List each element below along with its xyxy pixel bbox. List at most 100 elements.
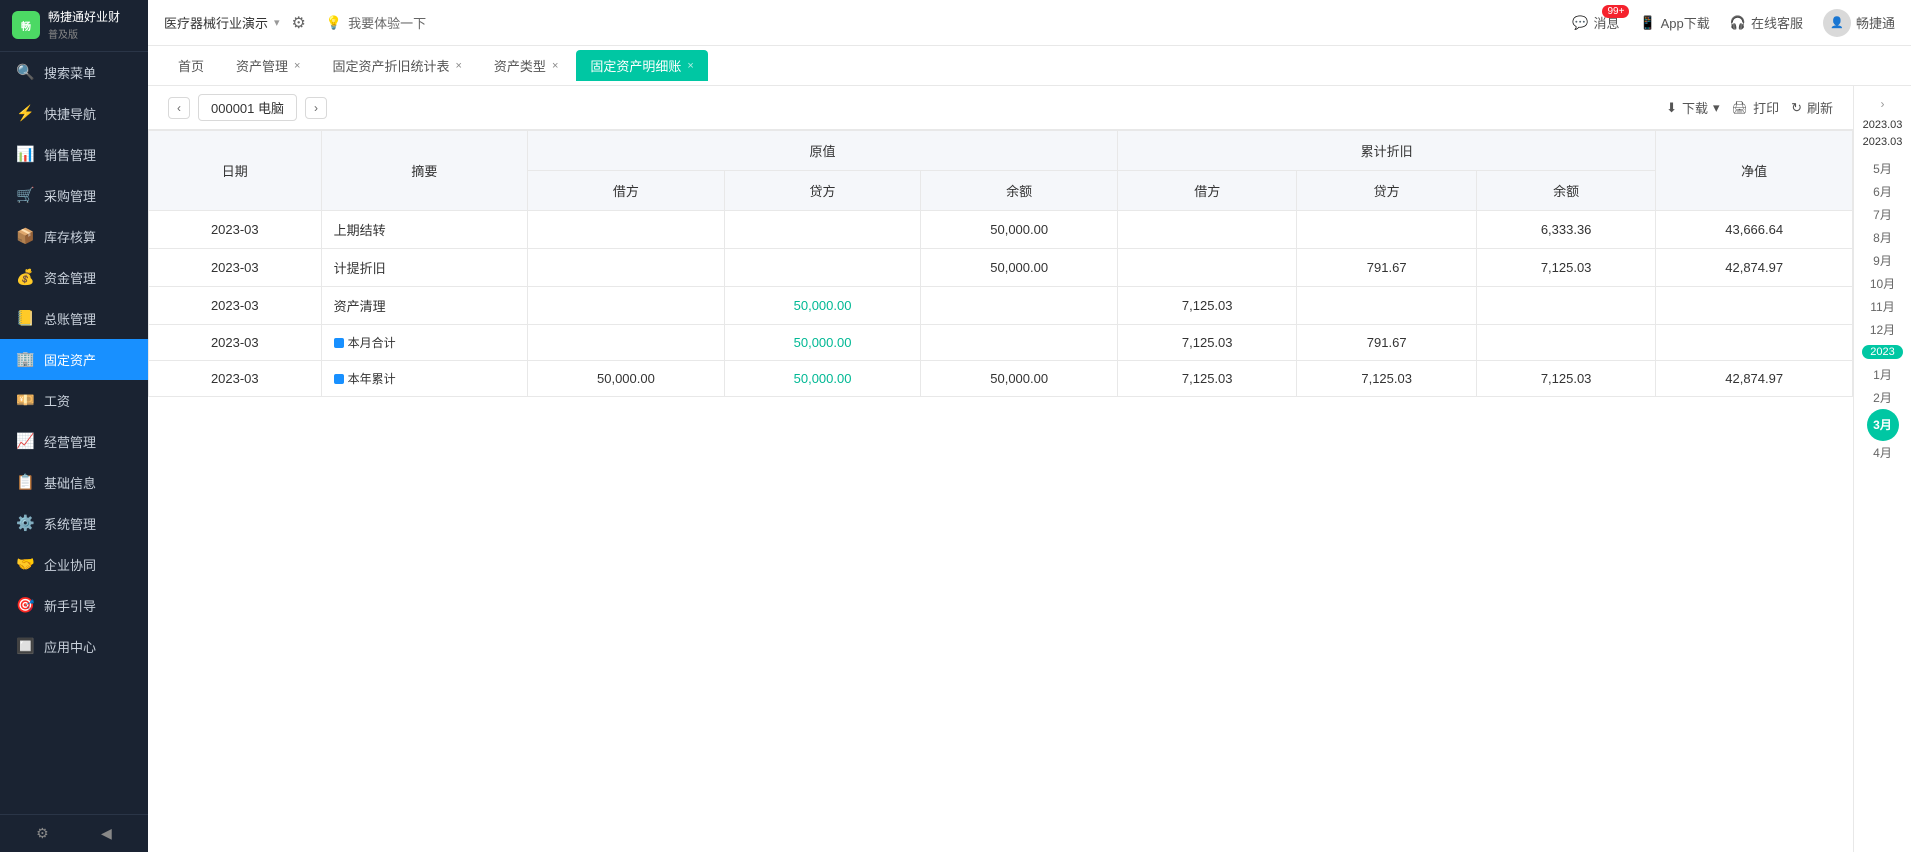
cell-acc-debit [1117, 249, 1296, 287]
sidebar-item-basic[interactable]: 📋 基础信息 [0, 462, 148, 503]
sidebar-item-system[interactable]: ⚙️系统管理 [0, 503, 148, 544]
sidebar-icon-apps: 🔲 [16, 637, 34, 655]
experience-icon: 💡 [326, 15, 342, 31]
timeline-month[interactable]: 2月 [1867, 386, 1899, 409]
cell-balance: 50,000.00 [921, 361, 1118, 397]
user-area[interactable]: 👤 畅捷通 [1823, 9, 1895, 37]
timeline-month[interactable]: 8月 [1870, 226, 1895, 249]
timeline-month[interactable]: 6月 [1870, 180, 1895, 203]
table-row: 2023-03 计提折旧 50,000.00 791.67 7,125.03 4… [149, 249, 1853, 287]
asset-nav: ‹ 000001 电脑 › [168, 94, 327, 121]
sidebar-icon-search: 🔍 [16, 63, 34, 81]
cell-credit: 50,000.00 [724, 287, 921, 325]
sidebar-icon-basic: 📋 [16, 473, 34, 491]
cell-acc-debit: 7,125.03 [1117, 325, 1296, 361]
sidebar-item-apps[interactable]: 🔲应用中心 [0, 626, 148, 667]
sidebar-icon-salary: 💴 [16, 391, 34, 409]
cell-credit: 50,000.00 [724, 361, 921, 397]
cell-net-value [1656, 287, 1853, 325]
tab-asset-type-close[interactable]: × [552, 60, 558, 72]
sidebar-item-collab[interactable]: 🤝企业协同 [0, 544, 148, 585]
topbar: 医疗器械行业演示 ▾ ⚙ 💡 我要体验一下 💬 消息 99+ 📱 App下载 🎧… [148, 0, 1911, 46]
timeline-month[interactable]: 1月 [1867, 363, 1899, 386]
company-name: 医疗器械行业演示 [164, 13, 268, 32]
tab-asset-mgmt-close[interactable]: × [294, 60, 300, 72]
sidebar-icon-sales: 📊 [16, 145, 34, 163]
collapse-icon[interactable]: ◀ [101, 825, 112, 842]
sidebar-item-finance[interactable]: 💰资金管理 [0, 257, 148, 298]
app-title: 畅捷通好业财 [48, 10, 120, 26]
timeline-month[interactable]: 9月 [1870, 249, 1895, 272]
tab-fixed-detail-close[interactable]: × [687, 60, 693, 72]
timeline-month[interactable]: 10月 [1870, 272, 1895, 295]
timeline-month[interactable]: 5月 [1870, 157, 1895, 180]
prev-asset-button[interactable]: ‹ [168, 97, 190, 119]
sidebar-item-sales[interactable]: 📊销售管理 [0, 134, 148, 175]
tab-asset-type-label: 资产类型 [494, 56, 546, 75]
refresh-action[interactable]: ↻ 刷新 [1791, 98, 1833, 117]
content-area: ‹ 000001 电脑 › ⬇ 下载 ▾ 🖨 打印 ↻ [148, 86, 1911, 852]
sidebar-item-fixed[interactable]: 🏢固定资产 [0, 339, 148, 380]
tab-fixed-detail[interactable]: 固定资产明细账 × [576, 50, 707, 81]
settings-icon[interactable]: ⚙ [36, 825, 49, 842]
cell-summary: 上期结转 [321, 211, 528, 249]
cell-acc-balance [1476, 287, 1655, 325]
service-label: 在线客服 [1751, 13, 1803, 32]
timeline-top-date2: 2023.03 [1863, 135, 1903, 150]
cell-debit: 50,000.00 [528, 361, 725, 397]
cell-acc-debit [1117, 211, 1296, 249]
th-balance: 余额 [921, 171, 1118, 211]
timeline-month[interactable]: 7月 [1870, 203, 1895, 226]
timeline-expand-btn[interactable]: › [1873, 94, 1893, 114]
sidebar-item-purchase[interactable]: 🛒采购管理 [0, 175, 148, 216]
timeline-year-badge[interactable]: 2023 [1862, 345, 1902, 359]
th-accumulated-depreciation: 累计折旧 [1117, 131, 1655, 171]
service-button[interactable]: 🎧 在线客服 [1730, 13, 1803, 32]
asset-id: 000001 电脑 [198, 94, 297, 121]
dot-icon [334, 338, 344, 348]
user-name: 畅捷通 [1856, 13, 1895, 32]
settings-button[interactable]: ⚙ [292, 13, 306, 33]
timeline-panel: › 2023.03 2023.03 5月6月7月8月9月10月11月12月 20… [1853, 86, 1911, 852]
tab-home[interactable]: 首页 [164, 50, 218, 81]
tab-asset-mgmt[interactable]: 资产管理 × [222, 50, 314, 81]
table-row: 2023-03 本月合计 50,000.00 7,125.03 791.67 [149, 325, 1853, 361]
sidebar-item-search[interactable]: 🔍搜索菜单 [0, 52, 148, 93]
sidebar-label-purchase: 采购管理 [44, 186, 96, 205]
sidebar-label-ledger: 总账管理 [44, 309, 96, 328]
cell-acc-credit [1297, 211, 1476, 249]
th-acc-balance: 余额 [1476, 171, 1655, 211]
cell-credit [724, 249, 921, 287]
sidebar-item-ops[interactable]: 📈经营管理 [0, 421, 148, 462]
tab-fixed-depreciation[interactable]: 固定资产折旧统计表 × [318, 50, 475, 81]
sidebar-label-basic: 基础信息 [44, 473, 96, 492]
timeline-month[interactable]: 12月 [1870, 318, 1895, 341]
sidebar-item-nav[interactable]: ⚡快捷导航 [0, 93, 148, 134]
cell-acc-balance: 6,333.36 [1476, 211, 1655, 249]
cell-acc-balance: 7,125.03 [1476, 361, 1655, 397]
sub-header-actions: ⬇ 下载 ▾ 🖨 打印 ↻ 刷新 [1666, 98, 1833, 117]
sidebar-item-ledger[interactable]: 📒总账管理 [0, 298, 148, 339]
timeline-month[interactable]: 4月 [1867, 441, 1899, 464]
sidebar-icon-fixed: 🏢 [16, 350, 34, 368]
th-acc-credit: 贷方 [1297, 171, 1476, 211]
timeline-top-date1: 2023.03 [1863, 118, 1903, 133]
timeline-active-month[interactable]: 3月 [1867, 409, 1899, 441]
experience-button[interactable]: 💡 我要体验一下 [326, 13, 426, 32]
company-selector[interactable]: 医疗器械行业演示 ▾ [164, 13, 280, 32]
print-action[interactable]: 🖨 打印 [1732, 98, 1780, 117]
download-action[interactable]: ⬇ 下载 ▾ [1666, 98, 1719, 117]
timeline-months-before: 5月6月7月8月9月10月11月12月 [1870, 157, 1895, 341]
download-button[interactable]: 📱 App下载 [1639, 13, 1709, 32]
next-asset-button[interactable]: › [305, 97, 327, 119]
timeline-month[interactable]: 11月 [1870, 295, 1895, 318]
sidebar-item-guide[interactable]: 🎯新手引导 [0, 585, 148, 626]
sidebar-item-inventory[interactable]: 📦库存核算 [0, 216, 148, 257]
timeline-top-controls: › [1873, 94, 1893, 114]
cell-acc-credit: 7,125.03 [1297, 361, 1476, 397]
tab-asset-type[interactable]: 资产类型 × [480, 50, 572, 81]
cell-acc-balance: 7,125.03 [1476, 249, 1655, 287]
sidebar-item-salary[interactable]: 💴工资 [0, 380, 148, 421]
tab-fixed-depreciation-close[interactable]: × [455, 60, 461, 72]
message-button[interactable]: 💬 消息 99+ [1572, 13, 1619, 32]
